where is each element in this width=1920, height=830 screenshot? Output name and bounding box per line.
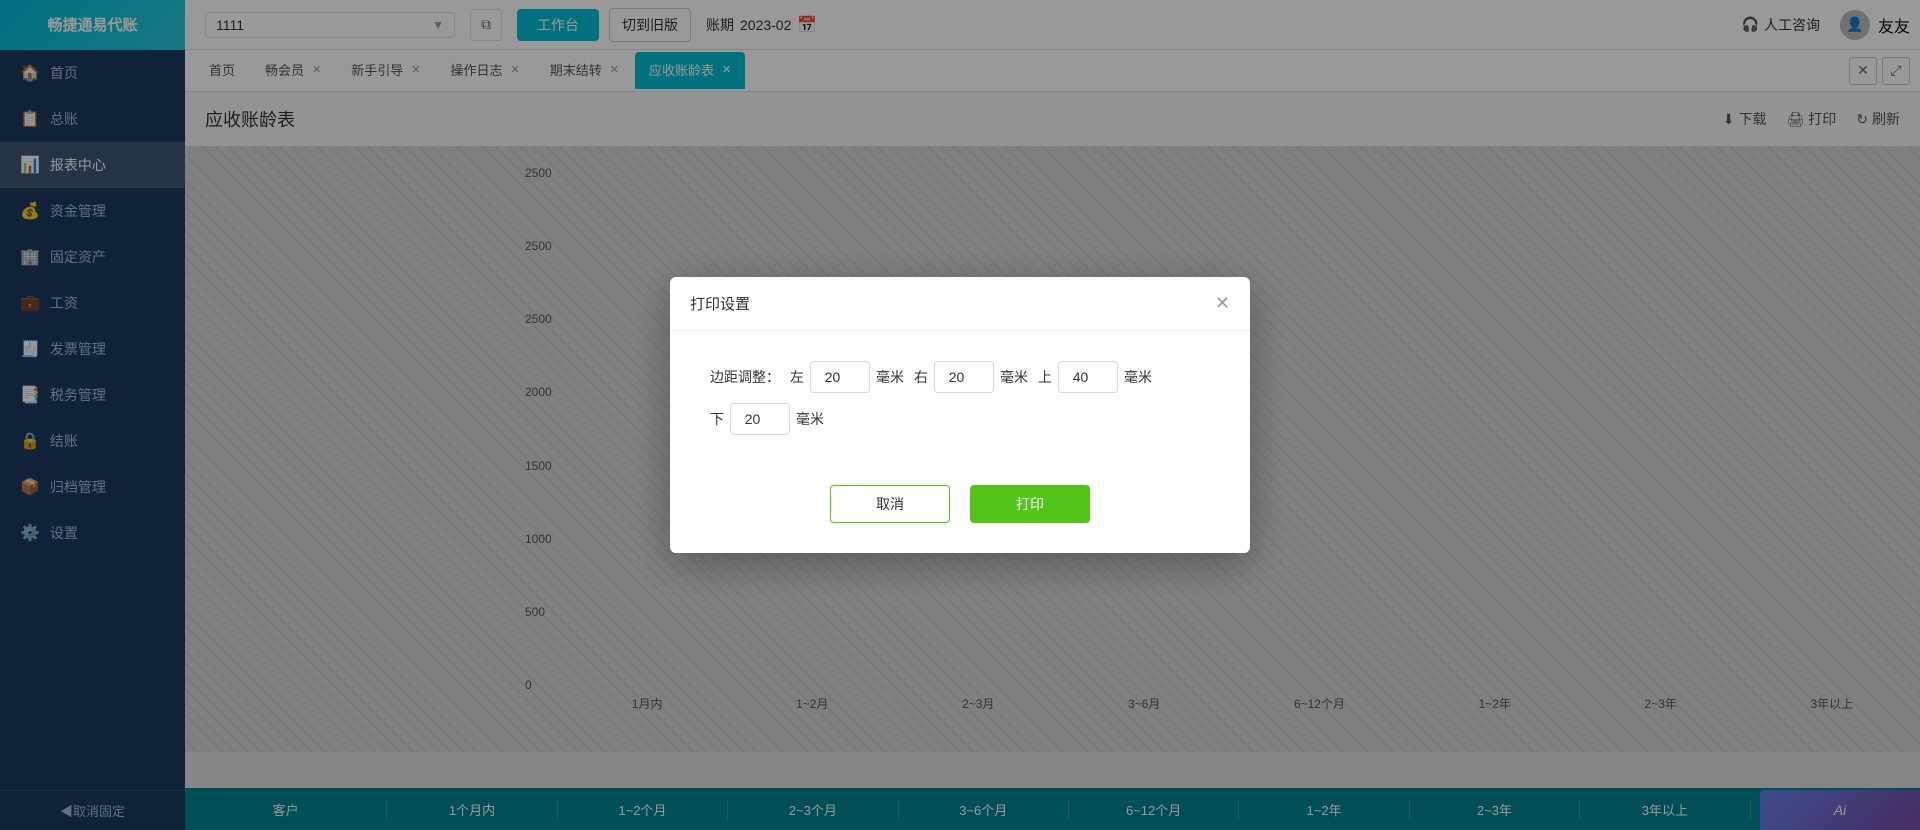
modal-title: 打印设置 [690,293,750,314]
left-label: 左 [790,367,804,387]
modal-header: 打印设置 ✕ [670,277,1250,331]
margin-bottom-group: 下 毫米 [710,403,824,435]
right-unit: 毫米 [1000,367,1028,387]
top-unit: 毫米 [1124,367,1152,387]
left-unit: 毫米 [876,367,904,387]
top-margin-input[interactable] [1058,361,1118,393]
left-margin-input[interactable] [810,361,870,393]
margin-adjust-label: 边距调整： [710,367,780,387]
margin-top-group: 上 毫米 [1038,361,1152,393]
margin-left-group: 左 毫米 [790,361,904,393]
bottom-label: 下 [710,409,724,429]
margin-row: 边距调整： 左 毫米 右 毫米 上 毫米 下 [710,361,1210,435]
margin-right-group: 右 毫米 [914,361,1028,393]
confirm-print-button[interactable]: 打印 [970,485,1090,523]
cancel-button[interactable]: 取消 [830,485,950,523]
modal-overlay[interactable]: 打印设置 ✕ 边距调整： 左 毫米 右 毫米 上 毫米 [0,0,1920,830]
print-settings-modal: 打印设置 ✕ 边距调整： 左 毫米 右 毫米 上 毫米 [670,277,1250,553]
modal-body: 边距调整： 左 毫米 右 毫米 上 毫米 下 [670,331,1250,465]
right-margin-input[interactable] [934,361,994,393]
top-label: 上 [1038,367,1052,387]
modal-footer: 取消 打印 [670,465,1250,553]
right-label: 右 [914,367,928,387]
modal-close-button[interactable]: ✕ [1215,293,1230,314]
bottom-unit: 毫米 [796,409,824,429]
bottom-margin-input[interactable] [730,403,790,435]
